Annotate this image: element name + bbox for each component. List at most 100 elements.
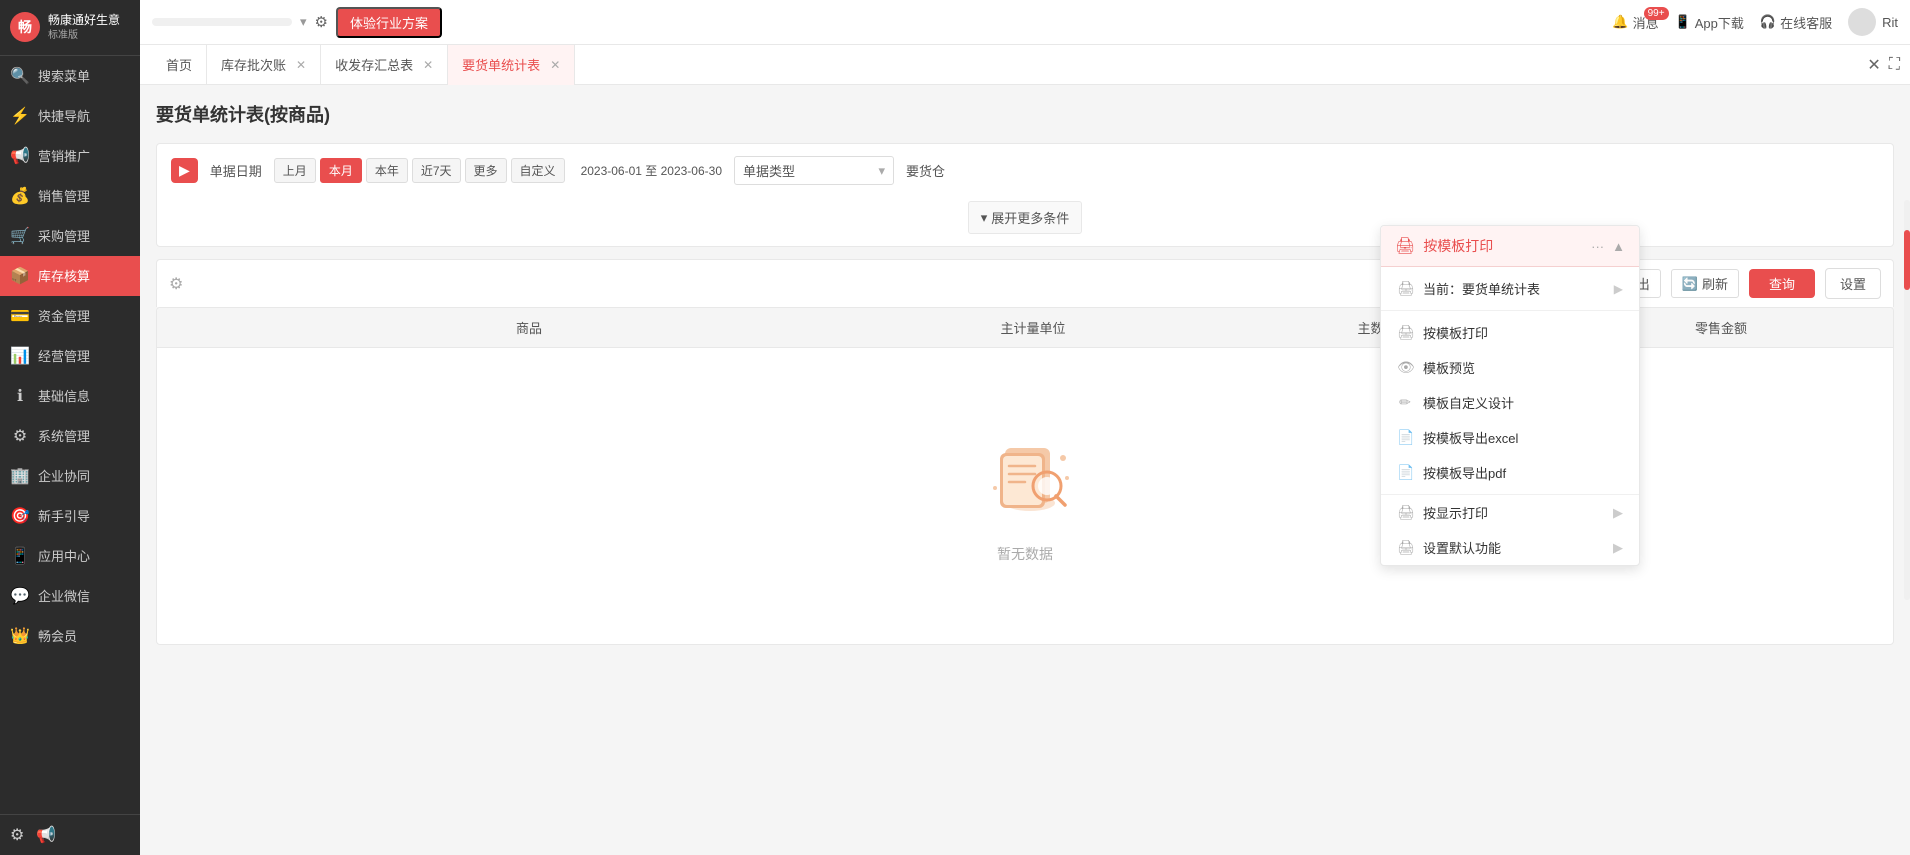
tab-home[interactable]: 首页	[152, 45, 207, 85]
finance-nav-icon: 💳	[10, 306, 30, 326]
dropdown-dots-icon[interactable]: ···	[1591, 239, 1604, 254]
topbar-dropdown-arrow[interactable]: ▾	[300, 14, 307, 30]
query-button[interactable]: 查询	[1749, 269, 1815, 298]
date-buttons-group: 上月本月本年近7天更多自定义	[274, 158, 565, 183]
topbar-right-area: 🔔 消息 99+ 📱 App下载 🎧 在线客服 Rit	[1612, 8, 1898, 36]
settings-button[interactable]: 设置	[1825, 268, 1881, 299]
dropdown-item-template-print[interactable]: 🖨按模板打印	[1381, 315, 1639, 350]
sidebar-item-system[interactable]: ⚙ 系统管理	[0, 416, 140, 456]
system-nav-label: 系统管理	[38, 426, 90, 445]
date-btn-近7天[interactable]: 近7天	[412, 158, 461, 183]
sidebar-item-member[interactable]: 👑畅会员	[0, 616, 140, 656]
right-scrollbar-thumb[interactable]	[1904, 230, 1910, 290]
tab-order-stats[interactable]: 要货单统计表✕	[448, 45, 575, 85]
dropdown-item-icon-template-export-excel: 📄	[1397, 429, 1413, 446]
sidebar-item-search[interactable]: 🔍 搜索菜单	[0, 56, 140, 96]
sidebar-item-operations[interactable]: 📊经营管理	[0, 336, 140, 376]
logo-icon: 畅	[10, 12, 40, 42]
date-btn-自定义[interactable]: 自定义	[511, 158, 565, 183]
bell-icon: 🔔	[1612, 14, 1628, 30]
sidebar-item-inventory[interactable]: 📦库存核算	[0, 256, 140, 296]
messages-button[interactable]: 🔔 消息 99+	[1612, 13, 1658, 32]
dropdown-sub-set-default[interactable]: 🖨设置默认功能▶	[1381, 530, 1639, 565]
marketing-nav-label: 营销推广	[38, 146, 90, 165]
date-btn-上月[interactable]: 上月	[274, 158, 316, 183]
user-menu[interactable]: Rit	[1848, 8, 1898, 36]
headset-icon: 🎧	[1760, 14, 1776, 30]
dropdown-sub-label-set-default: 设置默认功能	[1423, 538, 1501, 557]
sidebar-item-marketing[interactable]: 📢营销推广	[0, 136, 140, 176]
dropdown-sub-icon-set-default: 🖨	[1397, 539, 1413, 556]
type-select[interactable]: 单据类型 ▾	[734, 156, 894, 185]
refresh-button[interactable]: 🔄 刷新	[1671, 269, 1739, 298]
dropdown-current-arrow-icon: ▶	[1614, 282, 1623, 296]
date-btn-本月[interactable]: 本月	[320, 158, 362, 183]
dropdown-header: 🖨 按模板打印 ··· ▲	[1381, 226, 1639, 267]
sidebar-item-enterprise[interactable]: 🏢企业协同	[0, 456, 140, 496]
topbar-gear-icon[interactable]: ⚙	[315, 13, 328, 31]
type-select-arrow-icon: ▾	[878, 163, 885, 179]
tab-close-receipt-summary[interactable]: ✕	[423, 58, 433, 72]
dropdown-item-template-export-pdf[interactable]: 📄按模板导出pdf	[1381, 455, 1639, 490]
sidebar-item-sales[interactable]: 💰销售管理	[0, 176, 140, 216]
date-btn-本年[interactable]: 本年	[366, 158, 408, 183]
tabbar-expand-icon[interactable]: ⛶	[1889, 56, 1900, 74]
dropdown-up-arrow-icon[interactable]: ▲	[1612, 239, 1625, 254]
table-header-0	[157, 318, 197, 338]
tabbar-close-icon[interactable]: ✕	[1867, 55, 1880, 75]
expand-more-button[interactable]: ▾ 展开更多条件	[968, 201, 1083, 234]
dropdown-item-label-template-design: 模板自定义设计	[1423, 393, 1623, 412]
tab-close-order-stats[interactable]: ✕	[550, 58, 560, 72]
sidebar-item-app-center[interactable]: 📱应用中心	[0, 536, 140, 576]
date-btn-更多[interactable]: 更多	[465, 158, 507, 183]
main-content: ▾ ⚙ 体验行业方案 🔔 消息 99+ 📱 App下载 🎧 在线客服 Rit	[140, 0, 1910, 855]
sidebar: 畅 畅康通好生意 标准版 🔍搜索菜单⚡快捷导航📢营销推广💰销售管理🛒采购管理📦库…	[0, 0, 140, 855]
tab-inventory-batch[interactable]: 库存批次账✕	[207, 45, 321, 85]
sidebar-item-basic-info[interactable]: ℹ基础信息	[0, 376, 140, 416]
dropdown-item-template-export-excel[interactable]: 📄按模板导出excel	[1381, 420, 1639, 455]
right-scrollbar[interactable]	[1904, 200, 1910, 600]
sidebar-item-wechat[interactable]: 💬企业微信	[0, 576, 140, 616]
empty-icon	[975, 428, 1075, 528]
dropdown-header-left: 🖨 按模板打印	[1395, 236, 1493, 256]
trial-button[interactable]: 体验行业方案	[336, 7, 442, 38]
tab-close-inventory-batch[interactable]: ✕	[296, 58, 306, 72]
dropdown-sub-display-print[interactable]: 🖨 按显示打印 ▶	[1381, 495, 1639, 530]
app-download-button[interactable]: 📱 App下载	[1675, 13, 1744, 32]
online-service-button[interactable]: 🎧 在线客服	[1760, 13, 1832, 32]
dropdown-item-template-design[interactable]: ✏ 模板自定义设计	[1381, 385, 1639, 420]
category-filter-label: 要货仓	[906, 161, 945, 180]
settings-gear-icon[interactable]: ⚙	[169, 274, 183, 294]
app-center-nav-label: 应用中心	[38, 546, 90, 565]
settings-icon[interactable]: ⚙	[10, 825, 24, 845]
sidebar-item-finance[interactable]: 💳资金管理	[0, 296, 140, 336]
dropdown-sub-arrow-icon-display-print: ▶	[1613, 505, 1623, 521]
sidebar-item-quick-nav[interactable]: ⚡快捷导航	[0, 96, 140, 136]
search-nav-label: 搜索菜单	[38, 66, 90, 85]
member-nav-icon: 👑	[10, 626, 30, 646]
dropdown-current-item[interactable]: 🖨 当前：要货单统计表 ▶	[1381, 271, 1639, 306]
dropdown-current-section: 🖨 当前：要货单统计表 ▶	[1381, 267, 1639, 311]
speaker-icon[interactable]: 📢	[36, 825, 56, 845]
phone-icon: 📱	[1675, 14, 1691, 30]
filter-row: ▶ 单据日期 上月本月本年近7天更多自定义 2023-06-01 至 2023-…	[171, 156, 1879, 185]
dropdown-item-icon-template-print: 🖨	[1397, 324, 1413, 341]
dropdown-item-icon-template-design: ✏	[1397, 394, 1413, 411]
search-nav-icon: 🔍	[10, 66, 30, 86]
dropdown-current-icon: 🖨	[1397, 280, 1413, 297]
table-header-2: 主计量单位	[861, 308, 1205, 347]
page-content: 要货单统计表(按商品) ▶ 单据日期 上月本月本年近7天更多自定义 2023-0…	[140, 85, 1910, 855]
dropdown-sub-icon-display-print: 🖨	[1397, 504, 1413, 521]
tab-receipt-summary[interactable]: 收发存汇总表✕	[321, 45, 448, 85]
table-header-1: 商品	[197, 308, 861, 347]
system-nav-icon: ⚙	[10, 426, 30, 446]
basic-info-nav-icon: ℹ	[10, 386, 30, 406]
guide-nav-icon: 🎯	[10, 506, 30, 526]
sidebar-item-purchase[interactable]: 🛒采购管理	[0, 216, 140, 256]
dropdown-item-template-preview[interactable]: 👁模板预览	[1381, 350, 1639, 385]
filter-expand-button[interactable]: ▶	[171, 158, 198, 183]
inventory-nav-label: 库存核算	[38, 266, 90, 285]
quick-nav-nav-label: 快捷导航	[38, 106, 90, 125]
sidebar-item-guide[interactable]: 🎯新手引导	[0, 496, 140, 536]
dropdown-sub-label-display-print: 按显示打印	[1423, 503, 1488, 522]
